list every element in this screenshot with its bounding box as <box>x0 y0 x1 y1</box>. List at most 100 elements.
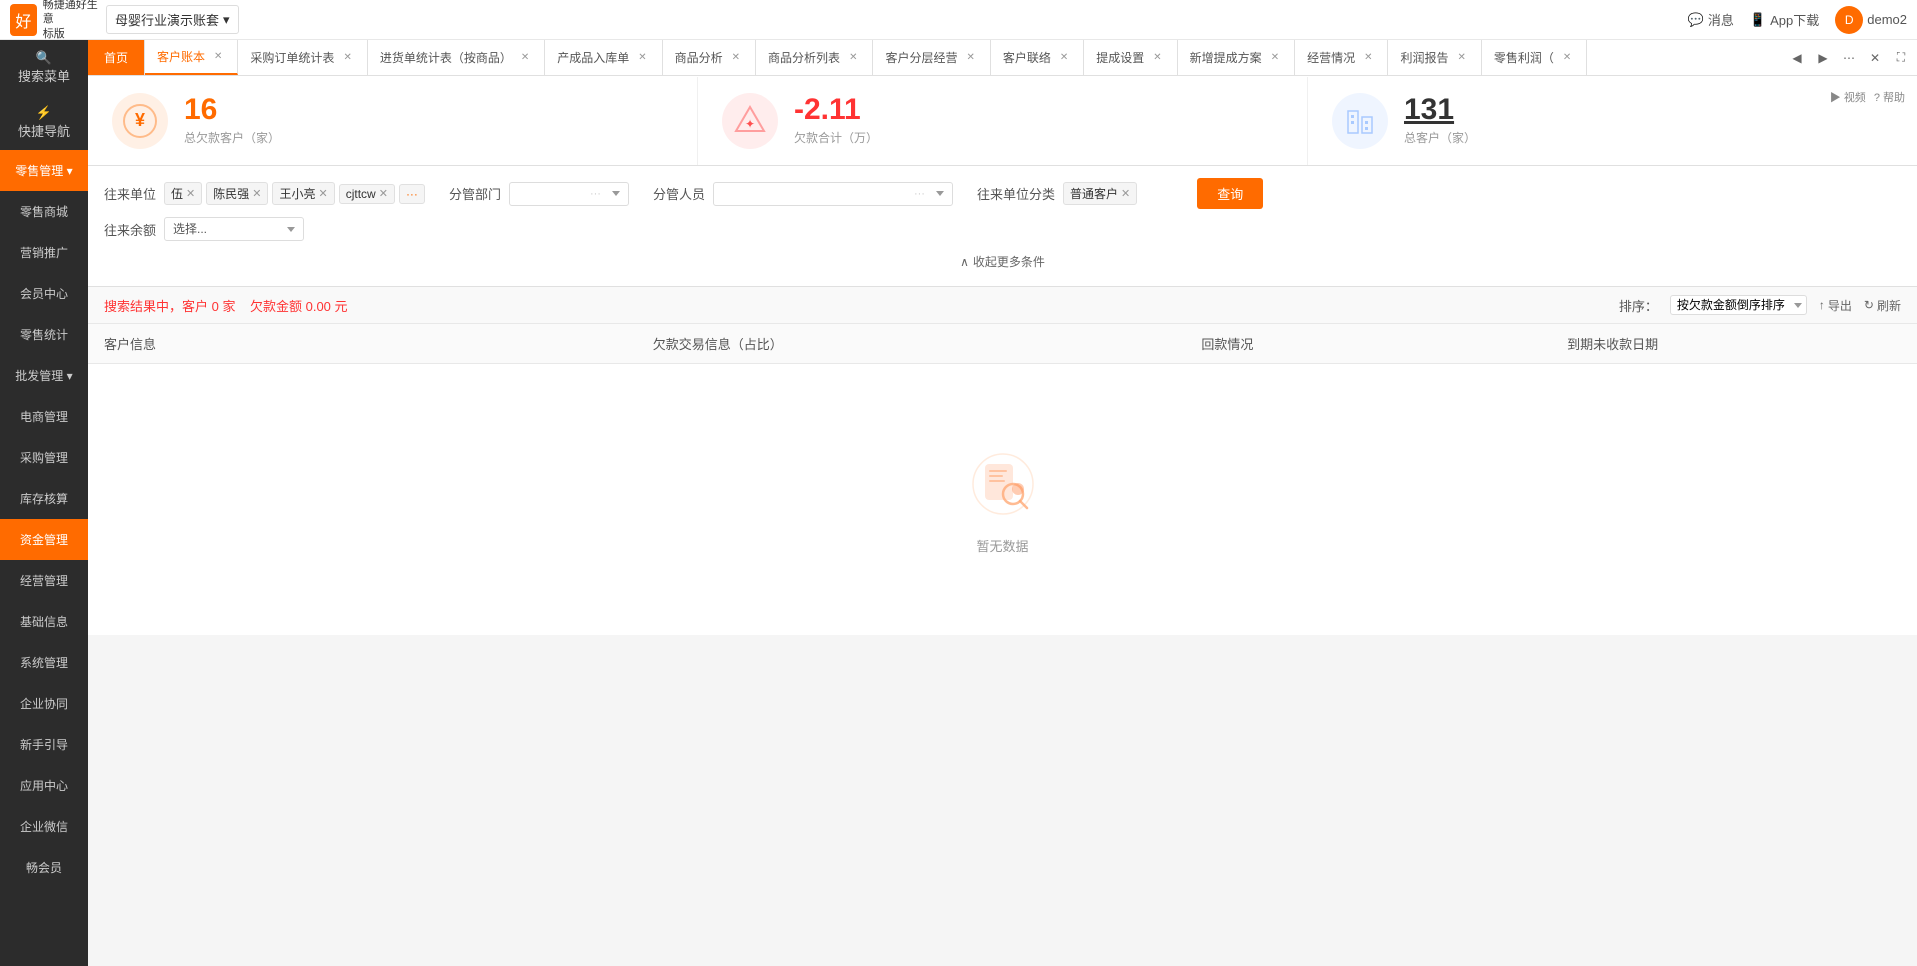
tag-close-wang[interactable]: ✕ <box>319 187 328 200</box>
filter-area: 往来单位 伍 ✕ 陈民强 ✕ 王小亮 ✕ <box>88 166 1917 287</box>
filter-tag-normal-customer: 普通客户 ✕ <box>1063 182 1137 205</box>
tab-next-button[interactable]: ▶ <box>1811 46 1835 70</box>
tab-close-purchase[interactable]: ✕ <box>340 51 354 64</box>
sidebar-item-basic-info[interactable]: 基础信息 <box>0 601 88 642</box>
refresh-icon: ↻ <box>1864 298 1874 312</box>
tab-customer-contact[interactable]: 客户联络 ✕ <box>991 40 1084 75</box>
sidebar-item-quicknav[interactable]: ⚡ 快捷导航 <box>0 95 88 150</box>
workspace-selector[interactable]: 母婴行业演示账套 ▾ <box>106 5 239 34</box>
sidebar-item-retail-stats[interactable]: 零售统计 <box>0 314 88 355</box>
building-icon <box>1342 103 1378 139</box>
main-layout: 🔍 搜索菜单 ⚡ 快捷导航 零售管理 ▾ 零售商城 营销推广 会员中心 零售统计… <box>0 40 1917 966</box>
filter-select-category[interactable] <box>1141 183 1181 205</box>
filter-row-balance: 往来余额 选择... <box>104 217 1901 241</box>
tab-new-scheme[interactable]: 新增提成方案 ✕ <box>1178 40 1295 75</box>
tab-close-tier[interactable]: ✕ <box>963 51 977 64</box>
tab-close-all-button[interactable]: ✕ <box>1863 46 1887 70</box>
avatar: D <box>1835 6 1863 34</box>
tab-close-scheme[interactable]: ✕ <box>1268 51 1282 64</box>
sidebar-item-enterprise-cooperation[interactable]: 企业协同 <box>0 683 88 724</box>
filter-tags-unit: 伍 ✕ 陈民强 ✕ 王小亮 ✕ cjttcw ✕ <box>164 182 425 205</box>
tab-purchase-order-stats[interactable]: 采购订单统计表 ✕ <box>238 40 367 75</box>
sidebar-item-purchase[interactable]: 采购管理 <box>0 437 88 478</box>
tab-close-inventory[interactable]: ✕ <box>518 51 532 64</box>
chevron-icon-2: ▾ <box>67 369 73 383</box>
tab-home[interactable]: 首页 <box>88 40 145 75</box>
video-button[interactable]: ▶ 视频 <box>1830 89 1866 105</box>
tab-inventory-stats[interactable]: 进货单统计表（按商品） ✕ <box>368 40 545 75</box>
app-download-button[interactable]: 📱 App下载 <box>1750 10 1819 29</box>
tab-close-contact[interactable]: ✕ <box>1057 51 1071 64</box>
tab-customer-tier[interactable]: 客户分层经营 ✕ <box>873 40 990 75</box>
sidebar-item-retail-mall[interactable]: 零售商城 <box>0 191 88 232</box>
help-button[interactable]: ? 帮助 <box>1874 89 1905 105</box>
sidebar-item-ecommerce[interactable]: 电商管理 <box>0 396 88 437</box>
export-button[interactable]: ↑ 导出 <box>1819 297 1852 314</box>
sidebar-item-inventory[interactable]: 库存核算 <box>0 478 88 519</box>
tag-close-cjttcw[interactable]: ✕ <box>379 187 388 200</box>
refresh-button[interactable]: ↻ 刷新 <box>1864 297 1901 314</box>
top-bar-left: 好 畅捷通好生意 标版 母婴行业演示账套 ▾ <box>10 0 239 41</box>
sidebar-item-app-center[interactable]: 应用中心 <box>0 765 88 806</box>
tab-product-analysis[interactable]: 商品分析 ✕ <box>663 40 756 75</box>
tab-close-profit[interactable]: ✕ <box>1455 51 1469 64</box>
sidebar-item-member[interactable]: 会员中心 <box>0 273 88 314</box>
tab-close-customer-account[interactable]: ✕ <box>211 50 225 63</box>
content-area: 首页 客户账本 ✕ 采购订单统计表 ✕ 进货单统计表（按商品） ✕ 产成品入库单… <box>88 40 1917 966</box>
filter-select-dept[interactable] <box>509 182 629 206</box>
tab-bar: 首页 客户账本 ✕ 采购订单统计表 ✕ 进货单统计表（按商品） ✕ 产成品入库单… <box>88 40 1917 76</box>
tab-prev-button[interactable]: ◀ <box>1785 46 1809 70</box>
sort-select[interactable]: 按欠款金额倒序排序 <box>1670 295 1807 315</box>
sidebar-item-new-guide[interactable]: 新手引导 <box>0 724 88 765</box>
tab-close-commission[interactable]: ✕ <box>1150 51 1164 64</box>
tag-close-wu[interactable]: ✕ <box>186 187 195 200</box>
sidebar-item-enterprise-wechat[interactable]: 企业微信 <box>0 806 88 847</box>
sidebar-item-search[interactable]: 🔍 搜索菜单 <box>0 40 88 95</box>
tab-product-incoming[interactable]: 产成品入库单 ✕ <box>545 40 662 75</box>
download-icon: 📱 <box>1750 12 1766 28</box>
tab-profit-report[interactable]: 利润报告 ✕ <box>1388 40 1481 75</box>
filter-tag-wu: 伍 ✕ <box>164 182 202 205</box>
tab-product-analysis-list[interactable]: 商品分析列表 ✕ <box>756 40 873 75</box>
collapse-button[interactable]: ∧ 收起更多条件 <box>104 249 1901 274</box>
tab-customer-account[interactable]: 客户账本 ✕ <box>145 40 238 75</box>
sidebar-item-finance[interactable]: 资金管理 <box>0 519 88 560</box>
sidebar-item-operation[interactable]: 经营管理 <box>0 560 88 601</box>
stat-info-arrears: -2.11 欠款合计（万） <box>794 95 878 146</box>
filter-tag-more[interactable]: ··· <box>399 184 425 204</box>
data-table: 客户信息 欠款交易信息（占比） 回款情况 到期未收款日期 <box>88 324 1917 364</box>
filter-select-balance[interactable]: 选择... <box>164 217 304 241</box>
user-avatar-area[interactable]: D demo2 <box>1835 6 1907 34</box>
sidebar-item-marketing[interactable]: 营销推广 <box>0 232 88 273</box>
filter-input-dept-wrap: ··· <box>509 182 629 206</box>
message-button[interactable]: 💬 消息 <box>1688 10 1734 29</box>
sidebar-item-system[interactable]: 系统管理 <box>0 642 88 683</box>
tab-close-product[interactable]: ✕ <box>635 51 649 64</box>
stat-value-customers: 16 <box>184 95 280 125</box>
export-icon: ↑ <box>1819 298 1825 312</box>
stat-value-arrears: -2.11 <box>794 95 878 125</box>
tab-close-analysis[interactable]: ✕ <box>729 51 743 64</box>
top-bar-right: 💬 消息 📱 App下载 D demo2 <box>1688 6 1907 34</box>
filter-tag-cjttcw: cjttcw ✕ <box>339 184 395 204</box>
chevron-down-icon: ▾ <box>223 12 230 28</box>
sort-label: 排序： <box>1619 296 1658 315</box>
tab-expand-button[interactable]: ⛶ <box>1889 46 1913 70</box>
tag-close-chen[interactable]: ✕ <box>252 187 261 200</box>
filter-label-manager: 分管人员 <box>653 184 705 203</box>
tab-retail-profit[interactable]: 零售利润（ ✕ <box>1482 40 1587 75</box>
sidebar-item-retail[interactable]: 零售管理 ▾ <box>0 150 88 191</box>
tab-close-analysis-list[interactable]: ✕ <box>846 51 860 64</box>
table-header: 客户信息 欠款交易信息（占比） 回款情况 到期未收款日期 <box>88 324 1917 364</box>
sidebar-item-vip-member[interactable]: 畅会员 <box>0 847 88 888</box>
sidebar-item-wholesale[interactable]: 批发管理 ▾ <box>0 355 88 396</box>
tab-commission-settings[interactable]: 提成设置 ✕ <box>1084 40 1177 75</box>
tab-menu-button[interactable]: ⋯ <box>1837 46 1861 70</box>
tab-close-business[interactable]: ✕ <box>1361 51 1375 64</box>
yuan-icon: ¥ <box>122 103 158 139</box>
tab-business-status[interactable]: 经营情况 ✕ <box>1295 40 1388 75</box>
query-button[interactable]: 查询 <box>1197 178 1263 209</box>
tag-close-normal-customer[interactable]: ✕ <box>1121 187 1130 200</box>
tab-close-retail-profit[interactable]: ✕ <box>1560 51 1574 64</box>
top-bar: 好 畅捷通好生意 标版 母婴行业演示账套 ▾ 💬 消息 📱 App下载 D de… <box>0 0 1917 40</box>
